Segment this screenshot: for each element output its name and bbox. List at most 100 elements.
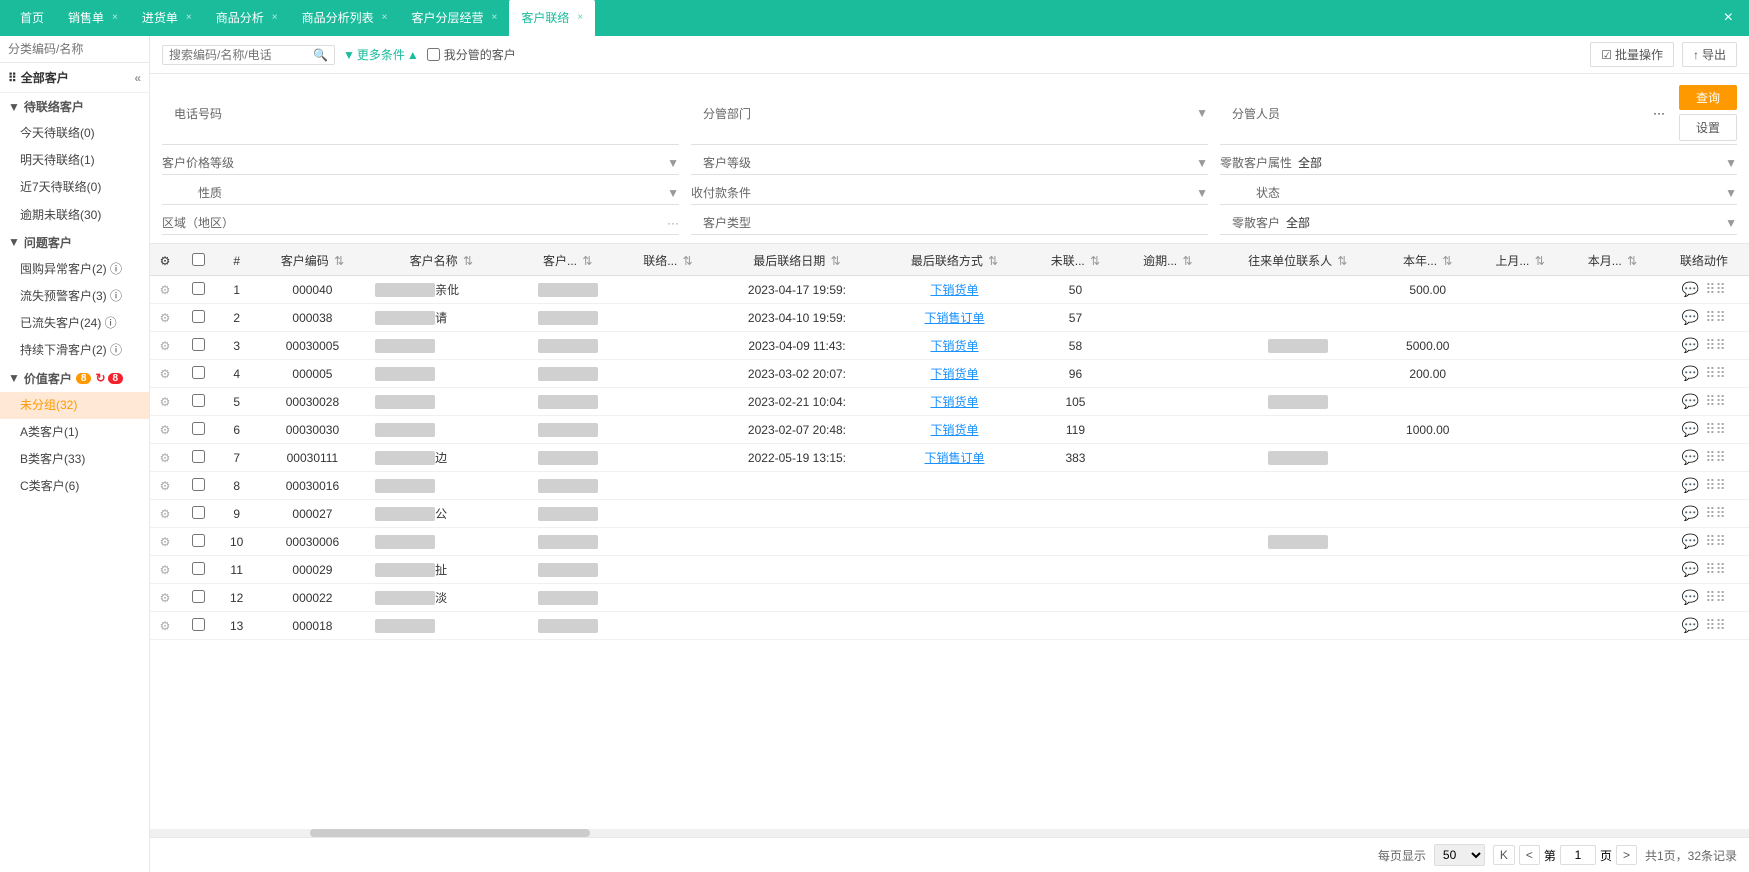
- customer-level-arrow[interactable]: ▼: [1196, 156, 1208, 170]
- close-customer-layer-tab[interactable]: ×: [491, 0, 497, 36]
- sidebar-item-churn-warning[interactable]: 流失预警客户(3) ⓘ: [0, 283, 149, 310]
- nav-purchase[interactable]: 进货单 ×: [130, 0, 204, 36]
- retail-customer-arrow[interactable]: ▼: [1725, 216, 1737, 230]
- overdue-col-header[interactable]: 逾期... ⇅: [1122, 246, 1214, 276]
- checkbox-cell[interactable]: [180, 332, 218, 360]
- grid-action-icon[interactable]: ⠿⠿: [1705, 449, 1726, 466]
- sidebar-item-tomorrow[interactable]: 明天待联络(1): [0, 147, 149, 174]
- region-dots[interactable]: ···: [667, 216, 679, 230]
- contact-col-header[interactable]: 联络... ⇅: [622, 246, 714, 276]
- last-contact-way-link[interactable]: 下销货单: [931, 367, 979, 381]
- settings-cell[interactable]: ⚙: [150, 612, 180, 640]
- value-customer-group[interactable]: ▼ 价值客户 8 ↻ 8: [0, 365, 149, 392]
- chat-action-icon[interactable]: 💬: [1682, 449, 1699, 466]
- row-checkbox[interactable]: [192, 282, 205, 295]
- batch-op-button[interactable]: ☑ 批量操作: [1590, 42, 1674, 67]
- last-contact-date-col-header[interactable]: 最后联络日期 ⇅: [714, 246, 880, 276]
- nature-arrow[interactable]: ▼: [667, 186, 679, 200]
- sidebar-search-input[interactable]: [8, 42, 150, 56]
- not-contact-col-header[interactable]: 未联... ⇅: [1029, 246, 1121, 276]
- last-contact-way-link[interactable]: 下销货单: [931, 423, 979, 437]
- settings-cell[interactable]: ⚙: [150, 584, 180, 612]
- sidebar-item-class-b[interactable]: B类客户(33): [0, 446, 149, 473]
- chat-action-icon[interactable]: 💬: [1682, 533, 1699, 550]
- row-checkbox[interactable]: [192, 590, 205, 603]
- my-customers-checkbox[interactable]: [427, 48, 440, 61]
- chat-action-icon[interactable]: 💬: [1682, 281, 1699, 298]
- company-contact-col-header[interactable]: 往来单位联系人 ⇅: [1214, 246, 1382, 276]
- nav-customer-layer[interactable]: 客户分层经营 ×: [399, 0, 509, 36]
- customer-type-input[interactable]: [757, 216, 1208, 230]
- page-number-input[interactable]: [1560, 845, 1596, 865]
- sidebar-item-7days[interactable]: 近7天待联络(0): [0, 174, 149, 201]
- checkbox-cell[interactable]: [180, 416, 218, 444]
- row-checkbox[interactable]: [192, 506, 205, 519]
- search-input[interactable]: [169, 48, 309, 62]
- sidebar-item-overdue[interactable]: 逾期未联络(30): [0, 202, 149, 229]
- settings-cell[interactable]: ⚙: [150, 360, 180, 388]
- sidebar-item-declining[interactable]: 持续下滑客户(2) ⓘ: [0, 337, 149, 364]
- code-col-header[interactable]: 客户编码 ⇅: [256, 246, 369, 276]
- this-year-col-header[interactable]: 本年... ⇅: [1382, 246, 1474, 276]
- first-page-btn[interactable]: K: [1493, 845, 1515, 865]
- last-contact-way-link[interactable]: 下销售订单: [925, 451, 985, 465]
- row-checkbox[interactable]: [192, 478, 205, 491]
- pending-contact-group[interactable]: ▼ 待联络客户: [0, 93, 149, 120]
- close-sales-tab[interactable]: ×: [112, 0, 118, 36]
- close-customer-contact-tab[interactable]: ×: [577, 0, 583, 36]
- close-product-analysis-tab[interactable]: ×: [272, 0, 278, 36]
- settings-cell[interactable]: ⚙: [150, 304, 180, 332]
- settings-cell[interactable]: ⚙: [150, 528, 180, 556]
- grid-action-icon[interactable]: ⠿⠿: [1705, 533, 1726, 550]
- more-filters-btn[interactable]: ▼ 更多条件 ▲: [343, 46, 419, 63]
- chat-action-icon[interactable]: 💬: [1682, 337, 1699, 354]
- checkbox-cell[interactable]: [180, 556, 218, 584]
- close-purchase-tab[interactable]: ×: [186, 0, 192, 36]
- per-page-select[interactable]: 50 100 200: [1434, 844, 1485, 866]
- horizontal-scrollbar[interactable]: [150, 829, 1749, 837]
- checkbox-cell[interactable]: [180, 584, 218, 612]
- last-month-col-header[interactable]: 上月... ⇅: [1474, 246, 1566, 276]
- export-button[interactable]: ↑ 导出: [1682, 42, 1737, 67]
- status-arrow[interactable]: ▼: [1725, 186, 1737, 200]
- row-checkbox[interactable]: [192, 562, 205, 575]
- retail-attr-arrow[interactable]: ▼: [1725, 156, 1737, 170]
- settings-cell[interactable]: ⚙: [150, 444, 180, 472]
- dept-select-arrow[interactable]: ▼: [1196, 106, 1208, 120]
- settings-cell[interactable]: ⚙: [150, 388, 180, 416]
- query-button[interactable]: 查询: [1679, 85, 1737, 110]
- nav-product-analysis[interactable]: 商品分析 ×: [204, 0, 290, 36]
- chat-action-icon[interactable]: 💬: [1682, 505, 1699, 522]
- row-checkbox[interactable]: [192, 366, 205, 379]
- type-col-header[interactable]: 客户... ⇅: [514, 246, 622, 276]
- chat-action-icon[interactable]: 💬: [1682, 561, 1699, 578]
- chat-action-icon[interactable]: 💬: [1682, 477, 1699, 494]
- chat-action-icon[interactable]: 💬: [1682, 393, 1699, 410]
- phone-input[interactable]: [228, 106, 679, 120]
- checkbox-cell[interactable]: [180, 444, 218, 472]
- all-customers-header[interactable]: ⠿ 全部客户 «: [0, 63, 149, 93]
- row-checkbox[interactable]: [192, 450, 205, 463]
- checkbox-cell[interactable]: [180, 612, 218, 640]
- refresh-icon[interactable]: ↻: [95, 371, 105, 385]
- grid-action-icon[interactable]: ⠿⠿: [1705, 421, 1726, 438]
- last-contact-way-link[interactable]: 下销货单: [931, 395, 979, 409]
- grid-action-icon[interactable]: ⠿⠿: [1705, 365, 1726, 382]
- name-col-header[interactable]: 客户名称 ⇅: [369, 246, 513, 276]
- row-checkbox[interactable]: [192, 534, 205, 547]
- grid-action-icon[interactable]: ⠿⠿: [1705, 617, 1726, 634]
- search-icon[interactable]: 🔍: [313, 48, 328, 62]
- checkbox-cell[interactable]: [180, 388, 218, 416]
- sidebar-item-churned[interactable]: 已流失客户(24) ⓘ: [0, 310, 149, 337]
- last-contact-way-link[interactable]: 下销售订单: [925, 311, 985, 325]
- checkbox-cell[interactable]: [180, 500, 218, 528]
- row-checkbox[interactable]: [192, 310, 205, 323]
- settings-cell[interactable]: ⚙: [150, 416, 180, 444]
- settings-cell[interactable]: ⚙: [150, 276, 180, 304]
- sidebar-item-class-c[interactable]: C类客户(6): [0, 473, 149, 500]
- checkbox-cell[interactable]: [180, 360, 218, 388]
- collapse-icon[interactable]: «: [134, 71, 141, 85]
- sidebar-item-abnormal[interactable]: 囤购异常客户(2) ⓘ: [0, 256, 149, 283]
- chat-action-icon[interactable]: 💬: [1682, 589, 1699, 606]
- scrollbar-thumb[interactable]: [310, 829, 590, 837]
